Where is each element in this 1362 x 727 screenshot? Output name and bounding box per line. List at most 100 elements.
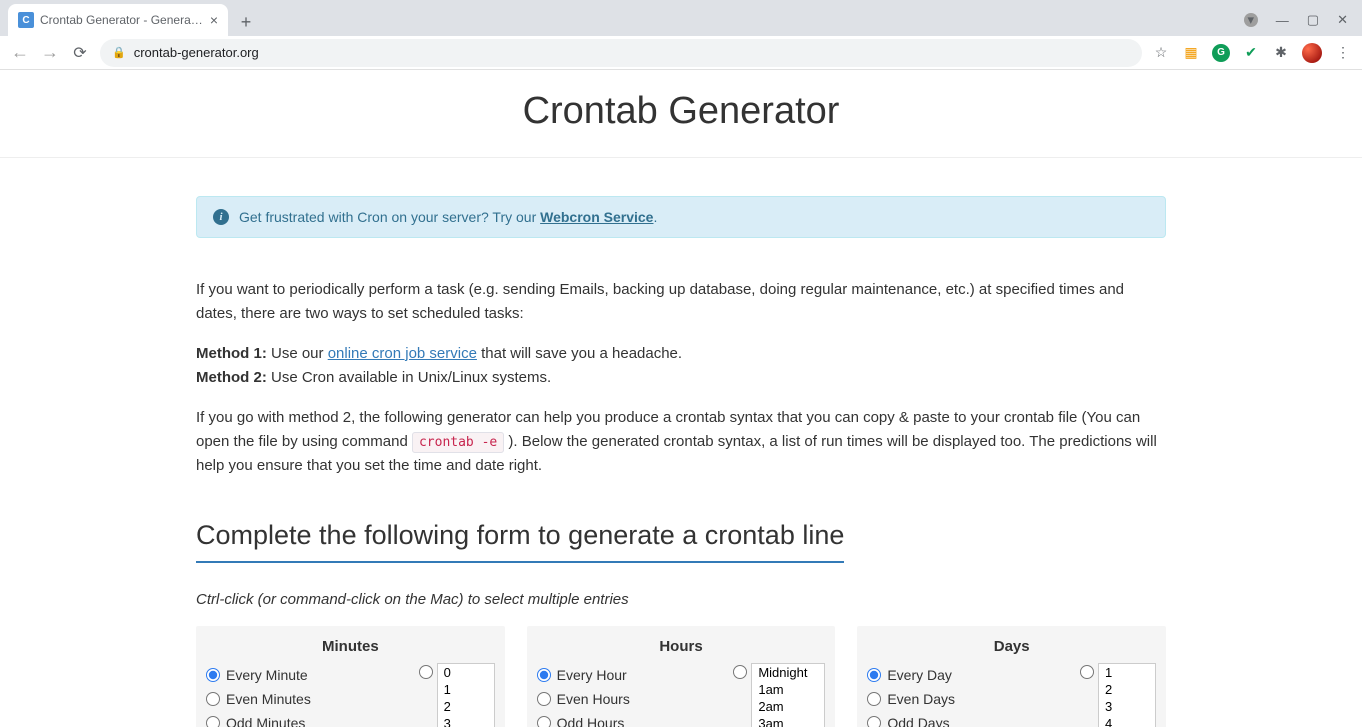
option-even-hours[interactable]: Even Hours <box>537 687 726 711</box>
minimize-button[interactable]: — <box>1276 13 1289 28</box>
option-even-minutes[interactable]: Even Minutes <box>206 687 411 711</box>
method2-label: Method 2: <box>196 369 267 386</box>
option-label: Even Minutes <box>226 691 311 707</box>
radio[interactable] <box>206 692 220 706</box>
option-odd-hours[interactable]: Odd Hours <box>537 711 726 727</box>
list-item[interactable]: 2 <box>438 698 494 715</box>
radio[interactable] <box>537 692 551 706</box>
hours-title: Hours <box>537 638 826 655</box>
m1-b: that will save you a headache. <box>477 345 682 362</box>
radio[interactable] <box>867 668 881 682</box>
radio[interactable] <box>206 668 220 682</box>
option-label: Every Hour <box>557 667 627 683</box>
minutes-options: Every MinuteEven MinutesOdd MinutesEvery… <box>206 663 411 727</box>
list-item[interactable]: 0 <box>438 664 494 681</box>
option-every-minute[interactable]: Every Minute <box>206 663 411 687</box>
form-heading: Complete the following form to generate … <box>196 520 844 563</box>
list-item[interactable]: 3 <box>438 715 494 727</box>
alert-prefix: Get frustrated with Cron on your server?… <box>239 209 540 225</box>
extension-icon-1[interactable]: ▦ <box>1182 44 1200 62</box>
minutes-col: Minutes Every Minute Even Minutes Odd Minu… <box>196 626 505 727</box>
option-label: Odd Days <box>887 715 949 727</box>
list-item[interactable]: 4 <box>1099 715 1155 727</box>
shield-icon[interactable]: ✔ <box>1242 44 1260 62</box>
intro-p1: If you want to periodically perform a ta… <box>196 278 1166 326</box>
intro: If you want to periodically perform a ta… <box>196 278 1166 478</box>
intro-p3: If you go with method 2, the following g… <box>196 406 1166 478</box>
close-window-button[interactable]: ✕ <box>1337 12 1348 28</box>
content: i Get frustrated with Cron on your serve… <box>196 158 1166 727</box>
webcron-link[interactable]: Webcron Service <box>540 209 653 225</box>
lock-icon: 🔒 <box>112 46 126 59</box>
radio[interactable] <box>537 668 551 682</box>
option-odd-days[interactable]: Odd Days <box>867 711 1072 727</box>
hours-custom-radio[interactable] <box>733 665 747 679</box>
account-icon[interactable]: ▾ <box>1244 13 1258 27</box>
option-every-day[interactable]: Every Day <box>867 663 1072 687</box>
option-label: Even Hours <box>557 691 630 707</box>
option-label: Odd Minutes <box>226 715 305 727</box>
option-every-hour[interactable]: Every Hour <box>537 663 726 687</box>
days-list[interactable]: 1234567 <box>1098 663 1156 727</box>
list-item[interactable]: 3 <box>1099 698 1155 715</box>
toolbar: ← → ⟳ 🔒 crontab-generator.org ☆ ▦ G ✔ ✱ … <box>0 36 1362 70</box>
tab-title: Crontab Generator - Generate cr <box>40 13 204 27</box>
menu-icon[interactable]: ⋮ <box>1334 44 1352 62</box>
bookmark-icon[interactable]: ☆ <box>1152 44 1170 62</box>
extensions-icon[interactable]: ✱ <box>1272 44 1290 62</box>
crontab-code: crontab -e <box>412 432 504 453</box>
m1-a: Use our <box>267 345 328 362</box>
page-title: Crontab Generator <box>0 70 1362 158</box>
radio[interactable] <box>867 716 881 727</box>
maximize-button[interactable]: ▢ <box>1307 12 1319 28</box>
radio[interactable] <box>206 716 220 727</box>
days-col: Days Every DayEven DaysOdd DaysEvery 5 D… <box>857 626 1166 727</box>
close-tab-icon[interactable]: × <box>210 12 218 28</box>
online-cron-link[interactable]: online cron job service <box>328 345 477 362</box>
list-item[interactable]: 1 <box>438 681 494 698</box>
hours-col: Hours Every HourEven HoursOdd HoursEvery… <box>527 626 836 727</box>
list-item[interactable]: Midnight <box>752 664 824 681</box>
list-item[interactable]: 2 <box>1099 681 1155 698</box>
option-label: Every Day <box>887 667 952 683</box>
days-title: Days <box>867 638 1156 655</box>
grammarly-icon[interactable]: G <box>1212 44 1230 62</box>
favicon-icon: C <box>18 12 34 28</box>
alert-dot: . <box>653 209 657 225</box>
address-bar[interactable]: 🔒 crontab-generator.org <box>100 39 1142 67</box>
days-options: Every DayEven DaysOdd DaysEvery 5 DaysEv… <box>867 663 1072 727</box>
radio[interactable] <box>867 692 881 706</box>
url-text: crontab-generator.org <box>134 45 259 60</box>
alert-text: Get frustrated with Cron on your server?… <box>239 209 657 225</box>
minutes-custom-radio[interactable] <box>419 665 433 679</box>
minutes-title: Minutes <box>206 638 495 655</box>
minutes-list[interactable]: 0123456 <box>437 663 495 727</box>
option-label: Every Minute <box>226 667 308 683</box>
back-button[interactable]: ← <box>10 42 30 63</box>
methods: Method 1: Use our online cron job servic… <box>196 342 1166 390</box>
option-label: Odd Hours <box>557 715 625 727</box>
list-item[interactable]: 1am <box>752 681 824 698</box>
list-item[interactable]: 2am <box>752 698 824 715</box>
list-item[interactable]: 1 <box>1099 664 1155 681</box>
form-hint: Ctrl-click (or command-click on the Mac)… <box>196 591 1166 608</box>
option-label: Even Days <box>887 691 955 707</box>
option-even-days[interactable]: Even Days <box>867 687 1072 711</box>
forward-button[interactable]: → <box>40 42 60 63</box>
info-icon: i <box>213 209 229 225</box>
extension-icons: ☆ ▦ G ✔ ✱ ⋮ <box>1152 43 1352 63</box>
browser-tab[interactable]: C Crontab Generator - Generate cr × <box>8 4 228 36</box>
list-item[interactable]: 3am <box>752 715 824 727</box>
tab-strip: C Crontab Generator - Generate cr × + ▾ … <box>0 0 1362 36</box>
page-viewport[interactable]: Crontab Generator i Get frustrated with … <box>0 70 1362 727</box>
hours-list[interactable]: Midnight1am2am3am4am5am6am <box>751 663 825 727</box>
option-odd-minutes[interactable]: Odd Minutes <box>206 711 411 727</box>
columns: Minutes Every Minute Even Minutes Odd Minu… <box>196 626 1166 727</box>
radio[interactable] <box>537 716 551 727</box>
profile-avatar[interactable] <box>1302 43 1322 63</box>
m2-t: Use Cron available in Unix/Linux systems… <box>267 369 551 386</box>
new-tab-button[interactable]: + <box>232 8 260 36</box>
days-custom-radio[interactable] <box>1080 665 1094 679</box>
window-controls: ▾ — ▢ ✕ <box>1244 12 1362 36</box>
reload-button[interactable]: ⟳ <box>70 43 90 63</box>
